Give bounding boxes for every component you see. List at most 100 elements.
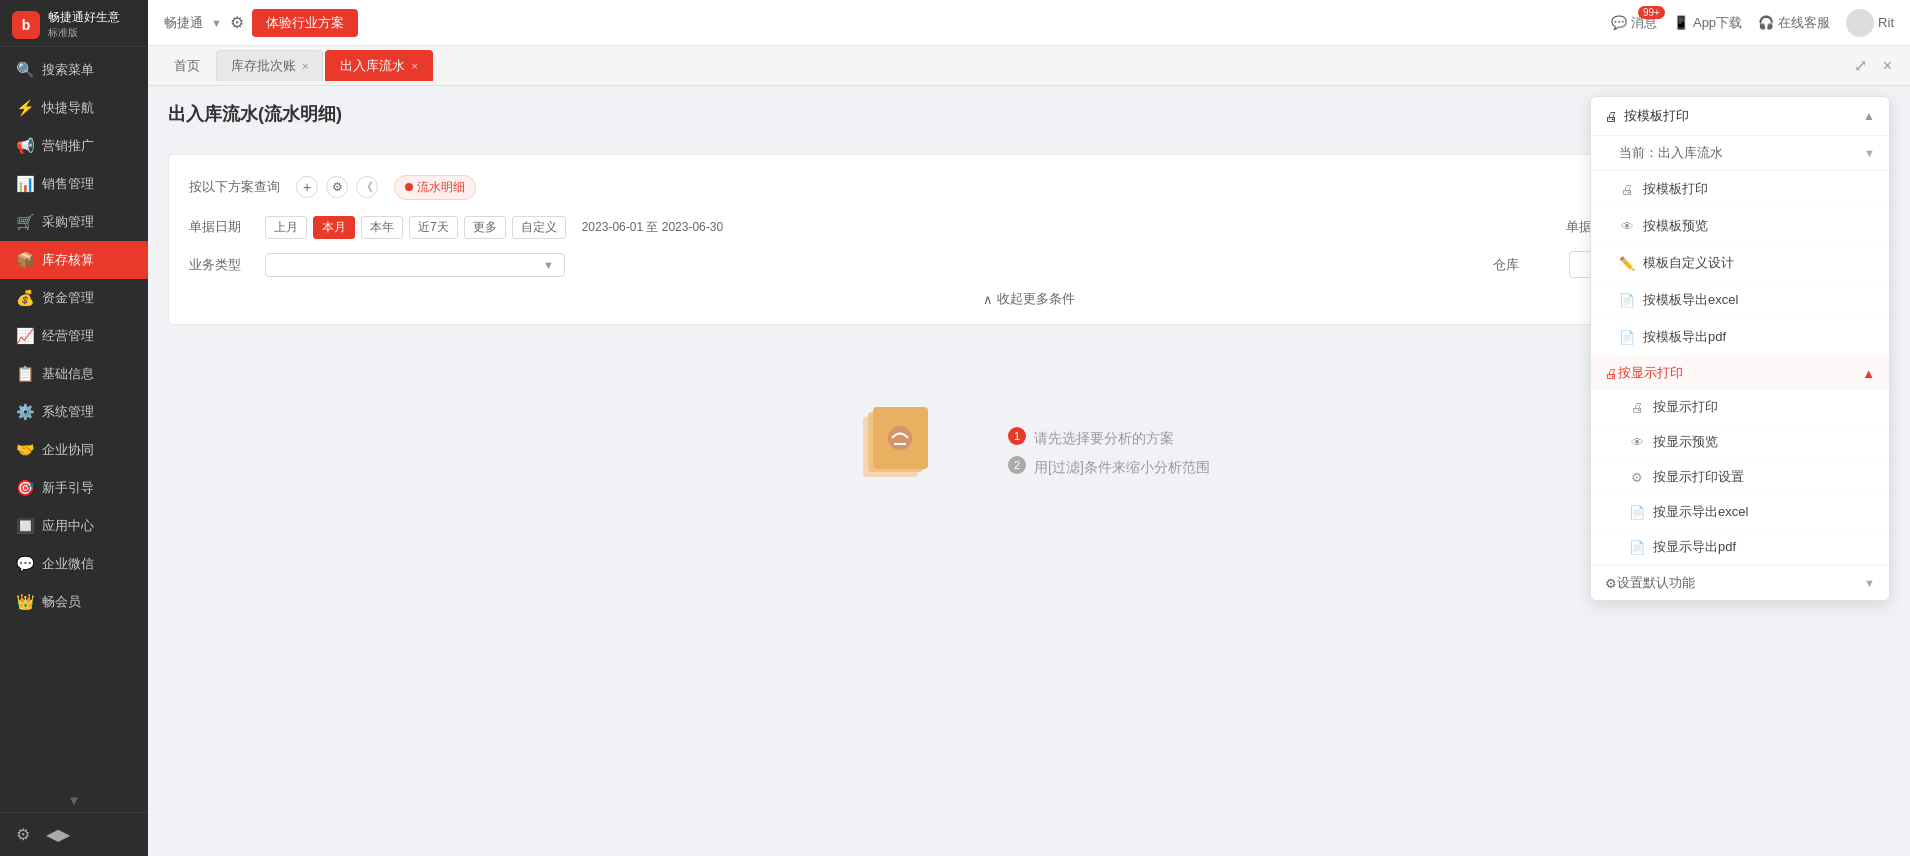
sidebar-item-basic[interactable]: 📋 基础信息	[0, 355, 148, 393]
dropdown-item-label: 按模板预览	[1643, 217, 1708, 235]
chat-icon: 💬	[16, 555, 34, 573]
date-btn-custom[interactable]: 自定义	[512, 216, 566, 239]
app-logo: b 畅捷通好生意 标准版	[0, 0, 148, 47]
tab-batch[interactable]: 库存批次账 ×	[216, 50, 323, 81]
sidebar-item-corp[interactable]: 🤝 企业协同	[0, 431, 148, 469]
industry-solution-button[interactable]: 体验行业方案	[252, 9, 358, 37]
tab-maximize-button[interactable]: ⤢	[1848, 54, 1873, 77]
date-btn-7days[interactable]: 近7天	[409, 216, 458, 239]
dropdown-item-label: 按模板导出pdf	[1643, 328, 1726, 346]
topbar-left: 畅捷通 ▼ ⚙ 体验行业方案	[164, 9, 1599, 37]
topbar: 畅捷通 ▼ ⚙ 体验行业方案 💬 消息 99+ 📱 App下载 🎧 在线客服 R…	[148, 0, 1910, 46]
display-print-section-header[interactable]: 🖨 按显示打印 ▲	[1591, 356, 1889, 390]
dropdown-footer[interactable]: ⚙ 设置默认功能 ▼	[1591, 565, 1889, 600]
online-service-button[interactable]: 🎧 在线客服	[1758, 14, 1830, 32]
dropdown-title: 🖨 按模板打印	[1605, 107, 1689, 125]
sidebar-scroll-down[interactable]: ▼	[0, 789, 148, 812]
dropdown-item-template-print[interactable]: 🖨 按模板打印	[1591, 171, 1889, 208]
sidebar-item-label: 营销推广	[42, 137, 94, 155]
sidebar-item-system[interactable]: ⚙️ 系统管理	[0, 393, 148, 431]
date-btn-this-year[interactable]: 本年	[361, 216, 403, 239]
messages-button[interactable]: 💬 消息 99+	[1611, 14, 1657, 32]
settings-footer-icon[interactable]: ⚙	[16, 825, 30, 844]
clipboard-icon: 📋	[16, 365, 34, 383]
dropdown-sub-display-settings[interactable]: ⚙ 按显示打印设置	[1591, 460, 1889, 495]
sidebar-item-wechat[interactable]: 💬 企业微信	[0, 545, 148, 583]
sidebar-item-marketing[interactable]: 📢 营销推广	[0, 127, 148, 165]
sidebar-item-search[interactable]: 🔍 搜索菜单	[0, 51, 148, 89]
sidebar-item-label: 企业协同	[42, 441, 94, 459]
filter-settings-button[interactable]: ⚙	[326, 176, 348, 198]
dropdown-item-template-excel[interactable]: 📄 按模板导出excel	[1591, 282, 1889, 319]
app-download-button[interactable]: 📱 App下载	[1673, 14, 1742, 32]
topbar-user-dropdown[interactable]: ▼	[211, 17, 222, 29]
tab-flow-close[interactable]: ×	[411, 60, 417, 72]
target-icon: 🎯	[16, 479, 34, 497]
box-icon: 📦	[16, 251, 34, 269]
footer-arrow: ▼	[1864, 577, 1875, 589]
eye-item-icon: 👁	[1619, 218, 1635, 234]
business-type-label: 业务类型	[189, 256, 249, 274]
dropdown-title-text: 按模板打印	[1624, 107, 1689, 125]
tab-batch-close[interactable]: ×	[302, 60, 308, 72]
sidebar-item-member[interactable]: 👑 畅会员	[0, 583, 148, 621]
business-type-dropdown-icon: ▼	[543, 259, 554, 271]
dropdown-item-template-pdf[interactable]: 📄 按模板导出pdf	[1591, 319, 1889, 356]
edit-item-icon: ✏️	[1619, 255, 1635, 271]
sidebar-item-label: 新手引导	[42, 479, 94, 497]
sidebar-item-guide[interactable]: 🎯 新手引导	[0, 469, 148, 507]
sidebar-item-finance[interactable]: 💰 资金管理	[0, 279, 148, 317]
business-type-select[interactable]: ▼	[265, 253, 565, 277]
sidebar-item-label: 库存核算	[42, 251, 94, 269]
dropdown-sub-display-preview[interactable]: 👁 按显示预览	[1591, 425, 1889, 460]
logo-icon: b	[12, 11, 40, 39]
sidebar-item-label: 系统管理	[42, 403, 94, 421]
add-filter-button[interactable]: +	[296, 176, 318, 198]
sidebar-item-purchase[interactable]: 🛒 采购管理	[0, 203, 148, 241]
crown-icon: 👑	[16, 593, 34, 611]
filter-collapse-button[interactable]: 《	[356, 176, 378, 198]
collapse-sidebar-icon[interactable]: ◀▶	[46, 825, 70, 844]
sidebar-item-inventory[interactable]: 📦 库存核算	[0, 241, 148, 279]
tab-flow-label: 出入库流水	[340, 57, 405, 75]
dropdown-current-item[interactable]: 当前：出入库流水 ▼	[1591, 136, 1889, 171]
dropdown-sub-display-excel[interactable]: 📄 按显示导出excel	[1591, 495, 1889, 530]
filter-actions: + ⚙ 《	[296, 176, 378, 198]
sidebar-item-sales[interactable]: 📊 销售管理	[0, 165, 148, 203]
dropdown-item-template-customize[interactable]: ✏️ 模板自定义设计	[1591, 245, 1889, 282]
date-btn-last-month[interactable]: 上月	[265, 216, 307, 239]
excel-sub-icon: 📄	[1629, 504, 1645, 520]
dropdown-sub-display-print[interactable]: 🖨 按显示打印	[1591, 390, 1889, 425]
sub-item-label: 按显示导出excel	[1653, 503, 1748, 521]
main-area: 畅捷通 ▼ ⚙ 体验行业方案 💬 消息 99+ 📱 App下载 🎧 在线客服 R…	[148, 0, 1910, 856]
display-section-title: 按显示打印	[1618, 364, 1683, 382]
tab-close-button[interactable]: ×	[1877, 55, 1898, 77]
printer-header-icon: 🖨	[1605, 109, 1618, 124]
dropdown-sub-display-pdf[interactable]: 📄 按显示导出pdf	[1591, 530, 1889, 565]
date-btn-this-month[interactable]: 本月	[313, 216, 355, 239]
logo-badge: 标准版	[48, 26, 120, 40]
active-filter-chip[interactable]: 流水明细	[394, 175, 476, 200]
sidebar-item-apps[interactable]: 🔲 应用中心	[0, 507, 148, 545]
section-collapse-icon: ▲	[1862, 366, 1875, 381]
topbar-user[interactable]: 畅捷通	[164, 14, 203, 32]
display-print-icon: 🖨	[1605, 366, 1618, 381]
sidebar-item-shortcut[interactable]: ⚡ 快捷导航	[0, 89, 148, 127]
dropdown-close-icon[interactable]: ▲	[1863, 109, 1875, 123]
empty-illustration	[848, 397, 948, 497]
user-avatar-button[interactable]: Rit	[1846, 9, 1894, 37]
avatar	[1846, 9, 1874, 37]
tab-home-label: 首页	[174, 57, 200, 75]
date-btn-more[interactable]: 更多	[464, 216, 506, 239]
user-display-name: Rit	[1878, 15, 1894, 30]
chevron-up-icon: ∧	[983, 292, 993, 307]
tab-home[interactable]: 首页	[160, 51, 214, 81]
topbar-settings-icon[interactable]: ⚙	[230, 13, 244, 32]
tab-flow[interactable]: 出入库流水 ×	[325, 50, 432, 81]
dropdown-item-template-preview[interactable]: 👁 按模板预览	[1591, 208, 1889, 245]
empty-step-2: 2 用[过滤]条件来缩小分析范围	[1008, 455, 1210, 480]
gear-icon: ⚙️	[16, 403, 34, 421]
sidebar-item-label: 企业微信	[42, 555, 94, 573]
sidebar-item-operation[interactable]: 📈 经营管理	[0, 317, 148, 355]
collapse-filter-button[interactable]: ∧ 收起更多条件	[983, 290, 1075, 308]
